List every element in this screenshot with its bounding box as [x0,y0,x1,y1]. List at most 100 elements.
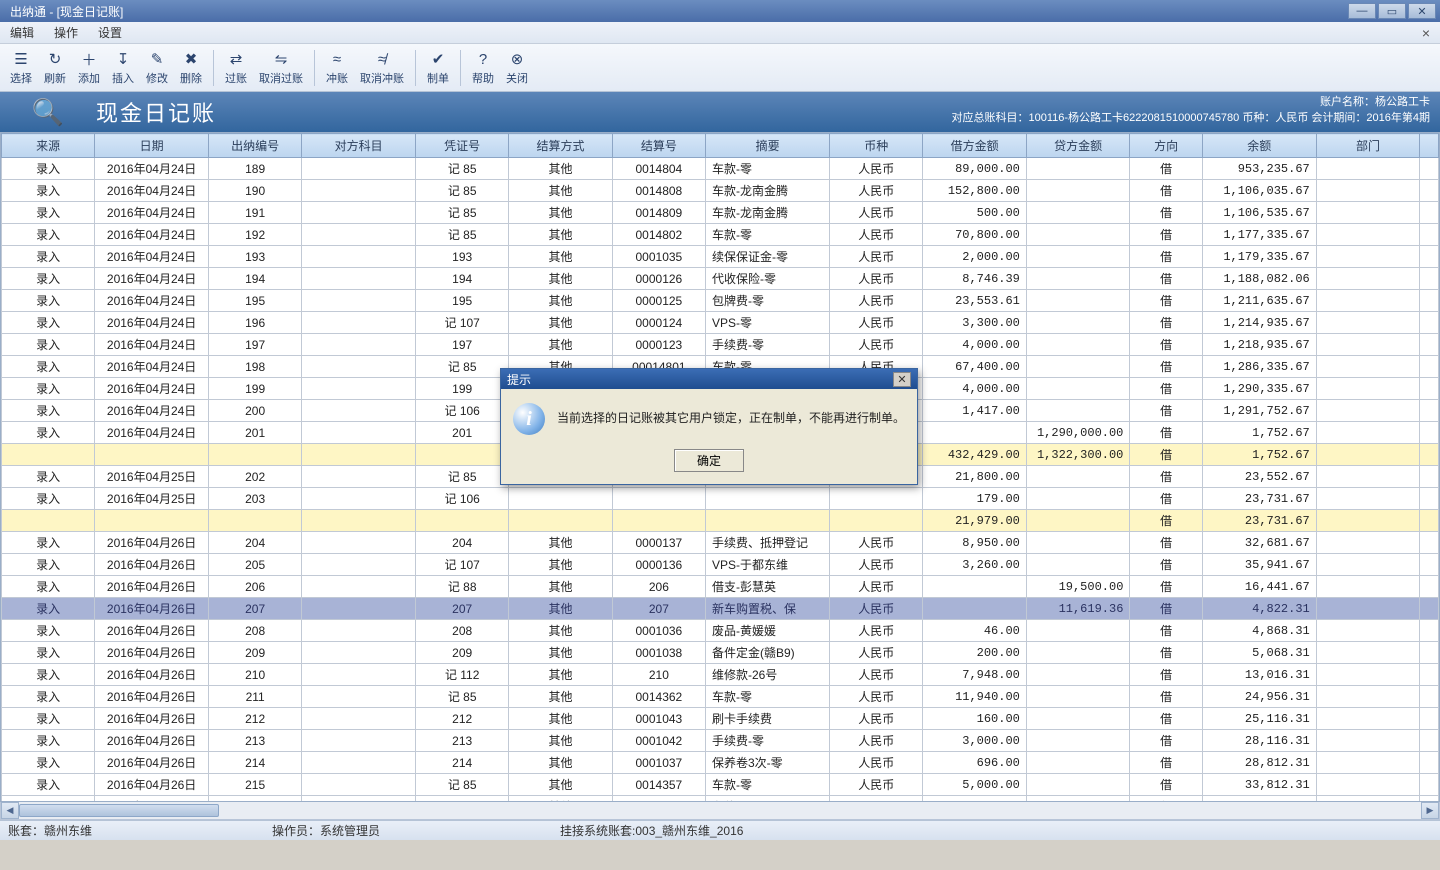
table-row[interactable]: 录入2016年04月24日191记 85其他0014809车款-龙南金腾人民币5… [2,202,1439,224]
scroll-thumb[interactable] [19,804,219,817]
table-row[interactable]: 录入2016年04月26日206记 88其他206借支-彭慧英人民币19,500… [2,576,1439,598]
column-header[interactable]: 部门 [1316,134,1420,158]
cell-src: 录入 [2,158,95,180]
cell-cur: 人民币 [830,576,923,598]
column-header[interactable]: 摘要 [705,134,829,158]
cell-setno: 0014804 [612,158,705,180]
table-row[interactable]: 录入2016年04月24日193193其他0001035续保保证金-零人民币2,… [2,246,1439,268]
menu-operate[interactable]: 操作 [54,24,78,41]
cell-mode: 其他 [509,774,613,796]
cell-vch: 记 85 [416,158,509,180]
table-row[interactable]: 录入2016年04月26日207207其他207新车购置税、保人民币11,619… [2,598,1439,620]
table-row[interactable]: 录入2016年04月26日212212其他0001043刷卡手续费人民币160.… [2,708,1439,730]
column-header[interactable]: 凭证号 [416,134,509,158]
column-header[interactable]: 余额 [1202,134,1316,158]
table-row[interactable]: 录入2016年04月26日208208其他0001036废品-黄媛媛人民币46.… [2,620,1439,642]
toolbar-刷新[interactable]: ↻刷新 [40,47,70,88]
toolbar-修改[interactable]: ✎修改 [142,47,172,88]
table-row[interactable]: 21,979.00借23,731.67 [2,510,1439,532]
table-row[interactable]: 录入2016年04月24日194194其他0000126代收保险-零人民币8,7… [2,268,1439,290]
scroll-gutter-cell [1420,466,1439,488]
cell-cr [1026,488,1130,510]
table-row[interactable]: 录入2016年04月26日215记 85其他0014357车款-零人民币5,00… [2,774,1439,796]
toolbar-删除[interactable]: ✖删除 [176,47,206,88]
cell-setno: 0014362 [612,686,705,708]
toolbar-取消过账[interactable]: ⇋取消过账 [255,47,307,88]
table-row[interactable]: 录入2016年04月26日211记 85其他0014362车款-零人民币11,9… [2,686,1439,708]
column-header[interactable]: 来源 [2,134,95,158]
scroll-right-arrow[interactable]: ▶ [1421,802,1439,819]
column-header[interactable]: 贷方金额 [1026,134,1130,158]
toolbar-帮助[interactable]: ?帮助 [468,47,498,88]
cell-mode: 其他 [509,620,613,642]
table-row[interactable]: 录入2016年04月24日196记 107其他0000124VPS-零人民币3,… [2,312,1439,334]
table-row[interactable]: 录入2016年04月26日213213其他0001042手续费-零人民币3,00… [2,730,1439,752]
table-row[interactable]: 录入2016年04月24日195195其他0000125包牌费-零人民币23,5… [2,290,1439,312]
cell-bal: 1,177,335.67 [1202,224,1316,246]
column-header[interactable]: 日期 [95,134,209,158]
column-header[interactable]: 结算方式 [509,134,613,158]
cell-dir: 借 [1130,334,1202,356]
menu-settings[interactable]: 设置 [98,24,122,41]
cell-src: 录入 [2,642,95,664]
table-row[interactable]: 录入2016年04月24日190记 85其他0014808车款-龙南金腾人民币1… [2,180,1439,202]
cell-setno: 0001035 [612,246,705,268]
cell-subj [302,268,416,290]
刷新-icon: ↻ [45,49,65,69]
cell-date: 2016年04月24日 [95,202,209,224]
menu-edit[interactable]: 编辑 [10,24,34,41]
cell-dept [1316,290,1420,312]
cell-cr: 19,500.00 [1026,576,1130,598]
cell-num: 195 [209,290,302,312]
cell-cr [1026,290,1130,312]
cell-dir: 借 [1130,312,1202,334]
horizontal-scrollbar[interactable]: ◀ ▶ [0,802,1440,820]
table-row[interactable]: 录入2016年04月26日210记 112其他210维修款-26号人民币7,94… [2,664,1439,686]
table-row[interactable]: 录入2016年04月26日214214其他0001037保养卷3次-零人民币69… [2,752,1439,774]
cell-subj [302,312,416,334]
table-row[interactable]: 录入2016年04月26日205记 107其他0000136VPS-于都东维人民… [2,554,1439,576]
table-row[interactable]: 录入2016年04月26日204204其他0000137手续费、抵押登记人民币8… [2,532,1439,554]
cell-setno: 0014808 [612,180,705,202]
cell-dept [1316,422,1420,444]
table-row[interactable]: 录入2016年04月24日192记 85其他0014802车款-零人民币70,8… [2,224,1439,246]
toolbar-制单[interactable]: ✔制单 [423,47,453,88]
toolbar-关闭[interactable]: ⊗关闭 [502,47,532,88]
toolbar-添加[interactable]: ＋添加 [74,47,104,88]
cell-cr [1026,510,1130,532]
column-header[interactable]: 借方金额 [923,134,1027,158]
column-header[interactable]: 方向 [1130,134,1202,158]
toolbar-插入[interactable]: ↧插入 [108,47,138,88]
table-row[interactable]: 录入2016年04月24日189记 85其他0014804车款-零人民币89,0… [2,158,1439,180]
toolbar-选择[interactable]: ☰选择 [6,47,36,88]
cell-cr [1026,312,1130,334]
cell-dept [1316,598,1420,620]
close-button[interactable]: ✕ [1408,3,1436,19]
toolbar-取消冲账[interactable]: ≉取消冲账 [356,47,408,88]
table-row[interactable]: 录入2016年04月25日203记 106179.00借23,731.67 [2,488,1439,510]
scroll-gutter [1420,134,1439,158]
ok-button[interactable]: 确定 [674,449,744,472]
scroll-gutter-cell [1420,664,1439,686]
table-row[interactable]: 录入2016年04月26日209209其他0001038备件定金(赣B9)人民币… [2,642,1439,664]
cell-num: 208 [209,620,302,642]
column-header[interactable]: 结算号 [612,134,705,158]
toolbar-过账[interactable]: ⇄过账 [221,47,251,88]
scroll-left-arrow[interactable]: ◀ [1,802,19,819]
minimize-button[interactable]: — [1348,3,1376,19]
dialog-close-icon[interactable]: ✕ [893,372,911,387]
close-document-icon[interactable]: × [1422,25,1430,41]
toolbar-冲账[interactable]: ≈冲账 [322,47,352,88]
cell-dr: 11,940.00 [923,686,1027,708]
column-header[interactable]: 出纳编号 [209,134,302,158]
table-row[interactable]: 录入2016年04月24日197197其他0000123手续费-零人民币4,00… [2,334,1439,356]
cell-src: 录入 [2,664,95,686]
cell-bal: 1,290,335.67 [1202,378,1316,400]
column-header[interactable]: 对方科目 [302,134,416,158]
cell-summ: 车款-龙南金腾 [705,202,829,224]
maximize-button[interactable]: ▭ [1378,3,1406,19]
column-header[interactable]: 币种 [830,134,923,158]
cell-setno: 0001038 [612,642,705,664]
cell-mode: 其他 [509,554,613,576]
cell-subj [302,224,416,246]
